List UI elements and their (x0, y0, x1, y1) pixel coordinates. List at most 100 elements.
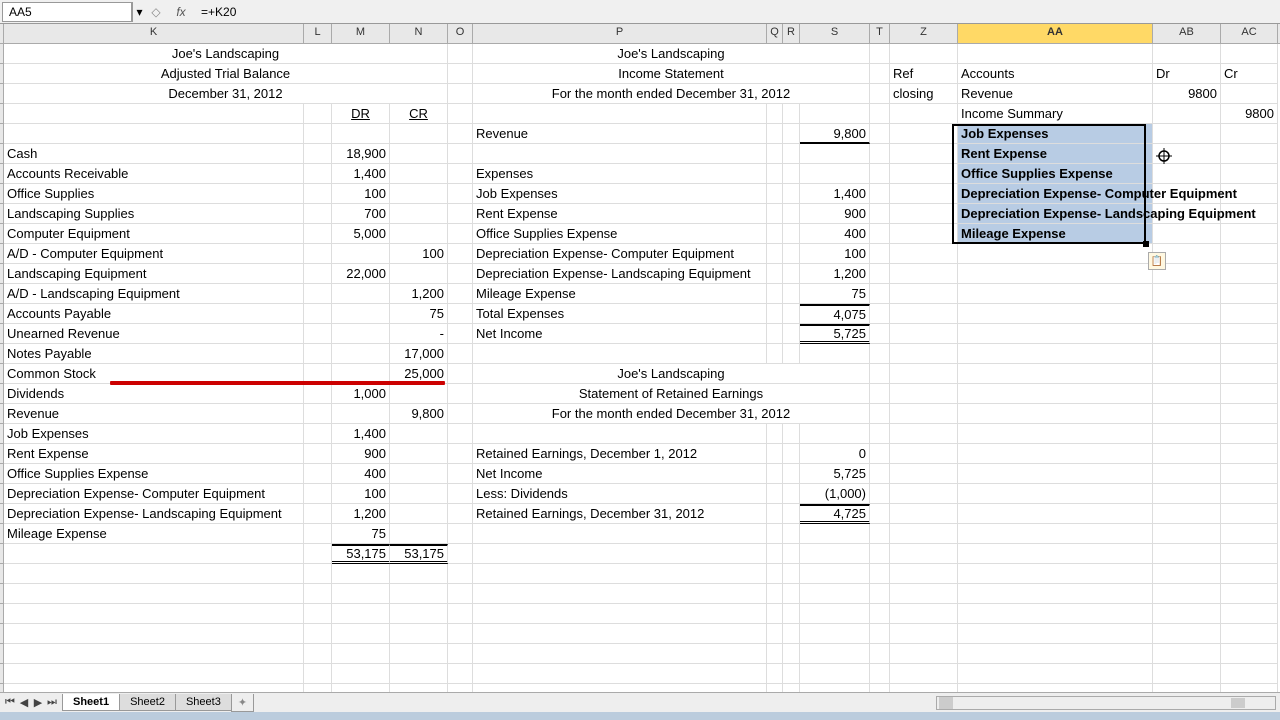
cell[interactable] (448, 44, 473, 64)
paste-options-icon[interactable]: 📋 (1148, 252, 1166, 270)
cell[interactable] (304, 304, 332, 324)
cell[interactable]: Joe's Landscaping (473, 44, 870, 64)
cell[interactable] (4, 664, 304, 684)
col-header-AA[interactable]: AA (958, 24, 1153, 43)
cell[interactable]: 75 (800, 284, 870, 304)
cell[interactable] (958, 584, 1153, 604)
cell[interactable] (1221, 264, 1278, 284)
cell[interactable]: Depreciation Expense- Computer Equipment (958, 184, 1153, 204)
cell[interactable] (304, 104, 332, 124)
cell[interactable] (870, 104, 890, 124)
cell[interactable] (890, 564, 958, 584)
cell[interactable] (304, 124, 332, 144)
cell[interactable] (783, 104, 800, 124)
cell[interactable] (1221, 324, 1278, 344)
cell[interactable] (783, 664, 800, 684)
col-header-N[interactable]: N (390, 24, 448, 43)
cell[interactable] (1153, 504, 1221, 524)
cell[interactable] (800, 164, 870, 184)
cell[interactable]: 17,000 (390, 344, 448, 364)
cell[interactable] (800, 544, 870, 564)
cell[interactable] (870, 84, 890, 104)
cell[interactable] (783, 444, 800, 464)
cell[interactable] (958, 384, 1153, 404)
cell[interactable]: 75 (390, 304, 448, 324)
tab-nav-next-icon[interactable]: ▶ (32, 696, 44, 709)
cell[interactable] (783, 604, 800, 624)
cell[interactable] (1153, 604, 1221, 624)
cell[interactable]: Unearned Revenue (4, 324, 304, 344)
cell[interactable] (870, 504, 890, 524)
cell[interactable]: 18,900 (332, 144, 390, 164)
cell[interactable] (1221, 604, 1278, 624)
cell[interactable] (332, 664, 390, 684)
cell[interactable] (958, 524, 1153, 544)
cell[interactable] (304, 244, 332, 264)
cell[interactable] (767, 664, 783, 684)
tab-nav-prev-icon[interactable]: ◀ (18, 696, 30, 709)
cell[interactable] (890, 604, 958, 624)
cell[interactable]: December 31, 2012 (4, 84, 448, 104)
cell[interactable] (767, 624, 783, 644)
cell[interactable] (304, 204, 332, 224)
cell[interactable] (448, 304, 473, 324)
cell[interactable] (390, 664, 448, 684)
cell[interactable] (390, 504, 448, 524)
cell[interactable]: Income Summary (958, 104, 1153, 124)
cell[interactable] (473, 624, 767, 644)
cell[interactable] (1221, 284, 1278, 304)
cell[interactable] (473, 424, 767, 444)
cell[interactable] (304, 584, 332, 604)
cell[interactable]: 700 (332, 204, 390, 224)
cell[interactable] (473, 544, 767, 564)
cell[interactable] (304, 444, 332, 464)
cell[interactable] (800, 424, 870, 444)
cell[interactable] (783, 524, 800, 544)
cell[interactable] (958, 364, 1153, 384)
cell[interactable] (390, 444, 448, 464)
cell[interactable] (448, 604, 473, 624)
cell[interactable] (800, 524, 870, 544)
cell[interactable] (448, 284, 473, 304)
cell[interactable] (890, 444, 958, 464)
cell[interactable]: 25,000 (390, 364, 448, 384)
col-header-AB[interactable]: AB (1153, 24, 1221, 43)
cell[interactable] (767, 524, 783, 544)
cell[interactable] (1153, 124, 1221, 144)
cell[interactable]: 5,725 (800, 324, 870, 344)
cell[interactable] (1153, 324, 1221, 344)
cell[interactable] (767, 344, 783, 364)
cell[interactable] (1221, 584, 1278, 604)
cell[interactable] (473, 524, 767, 544)
cell[interactable]: Total Expenses (473, 304, 767, 324)
cell[interactable] (870, 624, 890, 644)
cell[interactable]: Job Expenses (4, 424, 304, 444)
cell[interactable] (448, 144, 473, 164)
cell[interactable]: 100 (800, 244, 870, 264)
cell[interactable] (890, 124, 958, 144)
cell[interactable] (448, 584, 473, 604)
cell[interactable] (4, 544, 304, 564)
cell[interactable] (767, 584, 783, 604)
tab-new-icon[interactable]: ✦ (231, 694, 254, 712)
cell[interactable]: 1,400 (332, 164, 390, 184)
cell[interactable] (767, 484, 783, 504)
cell[interactable]: 53,175 (390, 544, 448, 564)
cell[interactable] (767, 464, 783, 484)
cell[interactable] (304, 264, 332, 284)
cell[interactable]: Expenses (473, 164, 767, 184)
cell[interactable] (767, 224, 783, 244)
cell[interactable] (767, 204, 783, 224)
cell[interactable]: Joe's Landscaping (4, 44, 448, 64)
col-header-AC[interactable]: AC (1221, 24, 1278, 43)
cell[interactable] (448, 544, 473, 564)
cell[interactable] (4, 644, 304, 664)
cell[interactable]: Rent Expense (958, 144, 1153, 164)
cell[interactable]: Revenue (473, 124, 767, 144)
cell[interactable] (1221, 44, 1278, 64)
cell[interactable] (800, 344, 870, 364)
cell[interactable] (890, 244, 958, 264)
cell[interactable] (783, 284, 800, 304)
cell[interactable] (448, 504, 473, 524)
cell[interactable] (800, 584, 870, 604)
